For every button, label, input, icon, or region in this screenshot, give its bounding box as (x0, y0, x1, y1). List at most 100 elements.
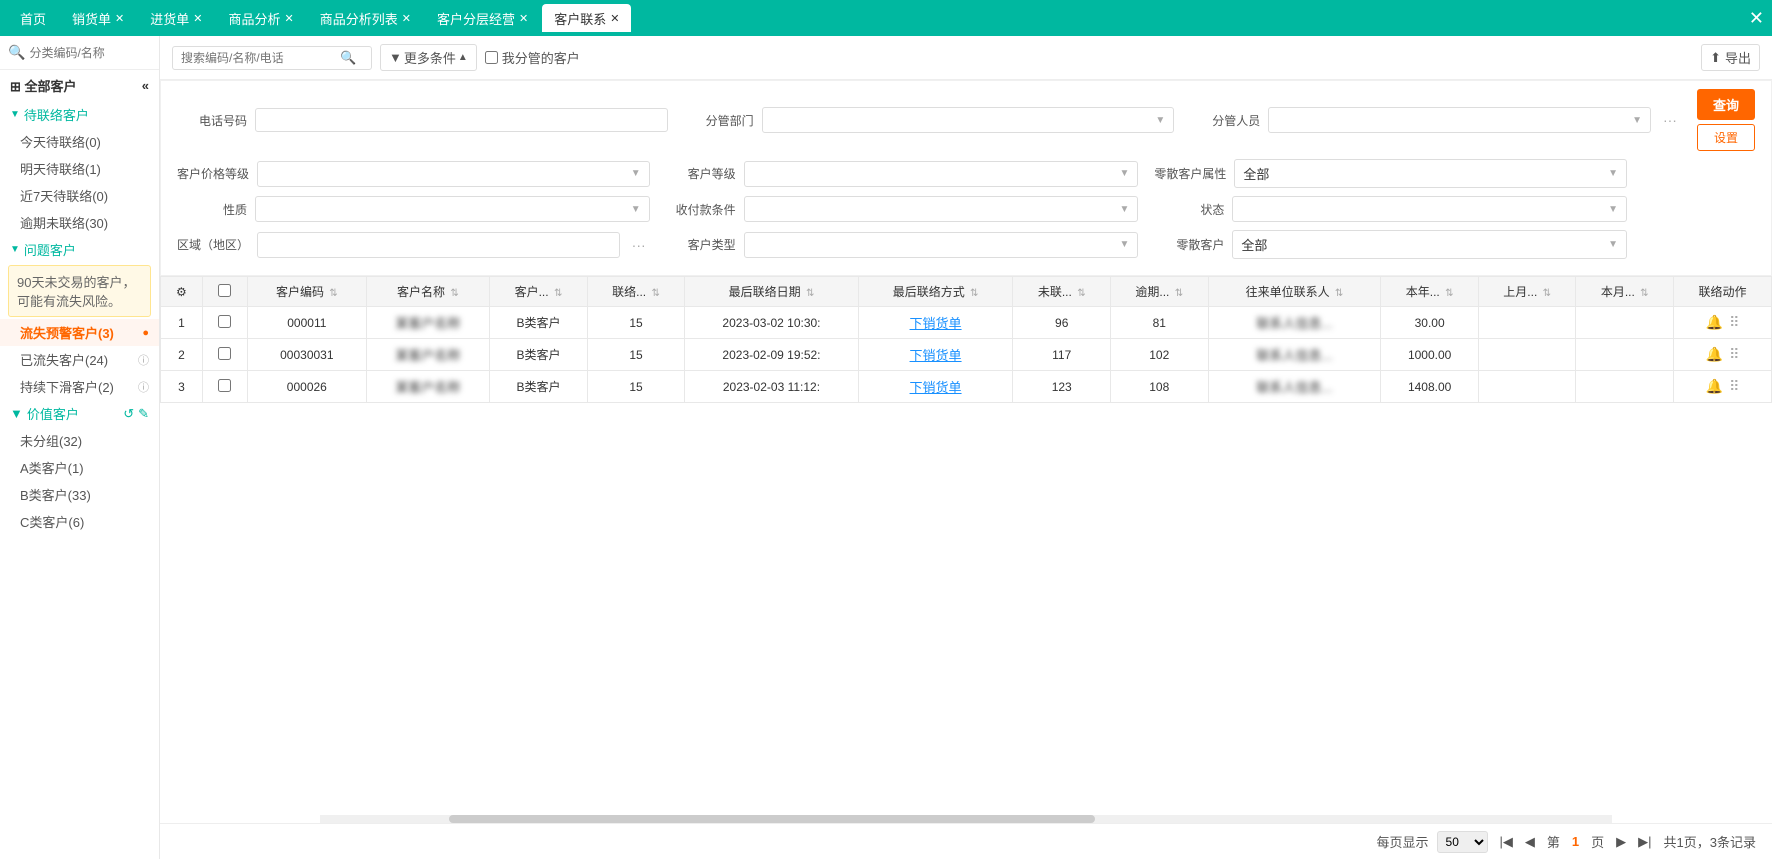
tab-sales[interactable]: 销货单 ✕ (60, 4, 136, 32)
table-row: 2 00030031 某客户名称 B类客户 15 2023-02-09 19:5… (161, 339, 1772, 371)
page-navigation: |◀ ◀ 第 1 页 ▶ ▶| (1496, 830, 1656, 853)
filter-input-phone[interactable] (255, 108, 668, 132)
sidebar-group-pending[interactable]: ▼ 待联络客户 (0, 101, 159, 128)
method-link-2[interactable]: 下销货单 (910, 348, 962, 363)
tab-customer-contact-close[interactable]: ✕ (610, 12, 619, 25)
my-customers-checkbox[interactable] (485, 51, 498, 64)
tab-analysis-close[interactable]: ✕ (285, 12, 294, 25)
tab-home[interactable]: 首页 (8, 4, 58, 32)
filter-select-customer-type[interactable]: ▼ (744, 232, 1139, 258)
sidebar-group-value[interactable]: ▼ 价值客户 ↺ ✎ (0, 400, 159, 427)
page-unit: 页 (1587, 830, 1608, 853)
method-link-1[interactable]: 下销货单 (910, 316, 962, 331)
horizontal-scrollbar[interactable] (320, 815, 1612, 823)
tab-analysis-list[interactable]: 商品分析列表 ✕ (308, 4, 423, 32)
tab-sales-close[interactable]: ✕ (115, 12, 124, 25)
col-settings[interactable]: ⚙ (161, 277, 203, 307)
cell-action-2: 🔔 ⠿ (1673, 339, 1771, 371)
sidebar-collapse-icon[interactable]: « (142, 78, 149, 93)
sidebar-search-input[interactable] (29, 46, 160, 60)
person-dots[interactable]: ··· (1659, 112, 1681, 128)
tab-customer-contact[interactable]: 客户联系 ✕ (542, 4, 631, 32)
next-page-button[interactable]: ▶ (1612, 832, 1630, 852)
first-page-button[interactable]: |◀ (1496, 832, 1517, 852)
sidebar-item-class-b[interactable]: B类客户(33) (0, 481, 159, 508)
row-checkbox-2[interactable] (218, 347, 231, 360)
sidebar-item-ungrouped[interactable]: 未分组(32) (0, 427, 159, 454)
sidebar-item-overdue-label: 逾期未联络(30) (20, 213, 108, 232)
filter-select-scatter-attr[interactable]: 全部 ▼ (1234, 159, 1627, 188)
sidebar-item-churned[interactable]: 已流失客户(24) ⓘ (0, 346, 159, 373)
col-this-month: 本月... ⇅ (1576, 277, 1674, 307)
sidebar-item-class-a[interactable]: A类客户(1) (0, 454, 159, 481)
tab-purchase[interactable]: 进货单 ✕ (138, 4, 214, 32)
contact-action-icon-3[interactable]: 🔔 (1706, 378, 1723, 395)
sort-code-icon[interactable]: ⇅ (329, 288, 337, 299)
search-input[interactable] (181, 51, 336, 65)
filter-select-nature[interactable]: ▼ (255, 196, 650, 222)
sidebar-group-problem[interactable]: ▼ 问题客户 (0, 236, 159, 263)
sort-cp-icon[interactable]: ⇅ (1335, 288, 1343, 299)
sort-ty-icon[interactable]: ⇅ (1445, 288, 1453, 299)
more-filter-button[interactable]: ▼ 更多条件 ▲ (380, 44, 477, 71)
filter-select-price-level[interactable]: ▼ (257, 161, 650, 187)
last-page-button[interactable]: ▶| (1634, 832, 1655, 852)
tab-analysis[interactable]: 商品分析 ✕ (216, 4, 305, 32)
sidebar-item-class-c[interactable]: C类客户(6) (0, 508, 159, 535)
edit-icon[interactable]: ✎ (138, 406, 149, 422)
cell-name-3: 某客户名称 (366, 371, 490, 403)
contact-action-icon-1[interactable]: 🔔 (1706, 314, 1723, 331)
sort-type-icon[interactable]: ⇅ (554, 288, 562, 299)
col-checkbox (202, 277, 247, 307)
per-page-select[interactable]: 50 100 200 (1437, 831, 1488, 853)
method-link-3[interactable]: 下销货单 (910, 380, 962, 395)
sort-contact-icon[interactable]: ⇅ (651, 288, 659, 299)
refresh-icon[interactable]: ↺ (123, 406, 134, 422)
sidebar-item-overdue[interactable]: 逾期未联络(30) (0, 209, 159, 236)
tab-customer-layer[interactable]: 客户分层经营 ✕ (425, 4, 540, 32)
sidebar-all-customers[interactable]: ⊞ 全部客户 « (0, 70, 159, 101)
sidebar-item-today[interactable]: 今天待联络(0) (0, 128, 159, 155)
region-dots[interactable]: ··· (628, 237, 650, 253)
sort-name-icon[interactable]: ⇅ (450, 288, 458, 299)
filter-select-payment[interactable]: ▼ (744, 196, 1139, 222)
contact-action-icon-2[interactable]: 🔔 (1706, 346, 1723, 363)
col-name: 客户名称 ⇅ (366, 277, 490, 307)
tab-purchase-close[interactable]: ✕ (193, 12, 202, 25)
tab-analysis-list-close[interactable]: ✕ (402, 12, 411, 25)
select-all-checkbox[interactable] (218, 284, 231, 297)
query-button[interactable]: 查询 (1697, 89, 1755, 120)
filter-select-scatter[interactable]: 全部 ▼ (1232, 230, 1627, 259)
cell-index-2: 2 (161, 339, 203, 371)
sort-overdue-icon[interactable]: ⇅ (1175, 288, 1183, 299)
filter-select-status[interactable]: ▼ (1232, 196, 1627, 222)
filter-select-region[interactable] (257, 232, 620, 258)
filter-select-customer-level[interactable]: ▼ (744, 161, 1139, 187)
row-checkbox-3[interactable] (218, 379, 231, 392)
scrollbar-thumb[interactable] (449, 815, 1095, 823)
cell-date-2: 2023-02-09 19:52: (685, 339, 858, 371)
cell-contact-3: 15 (587, 371, 685, 403)
sidebar-item-declining[interactable]: 持续下滑客户(2) ⓘ (0, 373, 159, 400)
sidebar-item-tomorrow[interactable]: 明天待联络(1) (0, 155, 159, 182)
sort-lm-icon[interactable]: ⇅ (1543, 288, 1551, 299)
filter-select-dept[interactable]: ▼ (762, 107, 1175, 133)
prev-page-button[interactable]: ◀ (1521, 832, 1539, 852)
sort-date-icon[interactable]: ⇅ (806, 288, 814, 299)
filter-settings-button[interactable]: 设置 (1697, 124, 1755, 151)
filter-chevron: ▲ (458, 52, 468, 63)
close-all-button[interactable]: ✕ (1749, 8, 1764, 29)
more-action-icon-3[interactable]: ⠿ (1729, 378, 1739, 395)
filter-select-person[interactable]: ▼ (1268, 107, 1651, 133)
sort-tm-icon[interactable]: ⇅ (1640, 288, 1648, 299)
export-button[interactable]: ⬆ 导出 (1701, 44, 1760, 71)
more-action-icon-1[interactable]: ⠿ (1729, 314, 1739, 331)
row-checkbox-1[interactable] (218, 315, 231, 328)
sort-no-contact-icon[interactable]: ⇅ (1077, 288, 1085, 299)
sidebar-item-week[interactable]: 近7天待联络(0) (0, 182, 159, 209)
sidebar-item-churn-warning[interactable]: 流失预警客户(3) ● (0, 319, 159, 346)
tab-customer-layer-close[interactable]: ✕ (519, 12, 528, 25)
search-button-icon[interactable]: 🔍 (340, 50, 356, 66)
more-action-icon-2[interactable]: ⠿ (1729, 346, 1739, 363)
sort-method-icon[interactable]: ⇅ (970, 288, 978, 299)
